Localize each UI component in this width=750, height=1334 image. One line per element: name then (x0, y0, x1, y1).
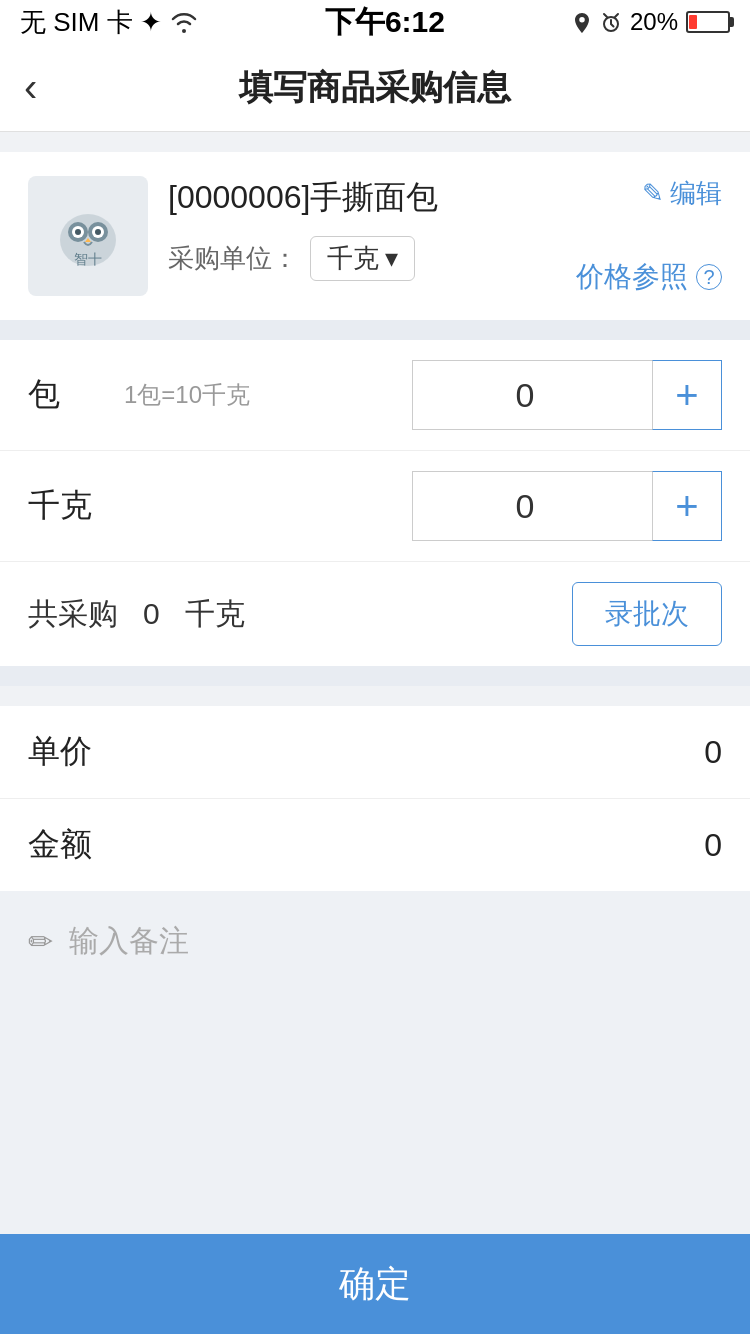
svg-point-7 (95, 229, 101, 235)
product-image: 智十 (28, 176, 148, 296)
unit-select[interactable]: 千克 ▾ (310, 236, 415, 281)
chevron-down-icon: ▾ (385, 243, 398, 274)
location-icon (572, 11, 592, 33)
batch-button[interactable]: 录批次 (572, 582, 722, 646)
status-right: 20% (572, 8, 730, 36)
kg-input-group: + (412, 471, 722, 541)
pencil-icon: ✏ (28, 924, 53, 959)
wifi-icon (170, 11, 198, 33)
alarm-icon (600, 11, 622, 33)
amount-label: 金额 (28, 823, 92, 867)
sim-status: 无 SIM 卡 ✦ (20, 5, 162, 40)
bao-row: 包 1包=10千克 + (0, 340, 750, 451)
amount-value: 0 (704, 827, 722, 864)
bao-sublabel: 1包=10千克 (124, 379, 250, 411)
kg-row: 千克 + (0, 451, 750, 561)
price-section: 单价 0 金额 0 (0, 706, 750, 891)
nav-bar: ‹ 填写商品采购信息 (0, 44, 750, 132)
status-bar: 无 SIM 卡 ✦ 下午6:12 20% (0, 0, 750, 44)
product-name: [0000006]手撕面包 (168, 176, 722, 220)
price-ref-button[interactable]: 价格参照 ? (576, 258, 722, 296)
content-spacer (0, 991, 750, 1234)
bao-label: 包 (28, 373, 108, 417)
kg-label: 千克 (28, 484, 108, 528)
product-logo: 智十 (48, 196, 128, 276)
product-card: 智十 [0000006]手撕面包 采购单位： 千克 ▾ ✎ 编辑 价格参照 ? (0, 152, 750, 320)
section-divider-2 (0, 666, 750, 686)
bao-input-group: + (412, 360, 722, 430)
question-icon: ? (696, 264, 722, 290)
svg-point-6 (75, 229, 81, 235)
battery-icon (686, 11, 730, 33)
page-title: 填写商品采购信息 (239, 65, 511, 111)
unit-price-label: 单价 (28, 730, 92, 774)
unit-value: 千克 (327, 241, 379, 276)
battery-percent: 20% (630, 8, 678, 36)
edit-button[interactable]: ✎ 编辑 (642, 176, 722, 211)
edit-icon: ✎ (642, 178, 664, 209)
edit-label: 编辑 (670, 176, 722, 211)
kg-qty-input[interactable] (412, 471, 652, 541)
unit-label: 采购单位： (168, 241, 298, 276)
back-button[interactable]: ‹ (24, 65, 37, 110)
status-time: 下午6:12 (325, 2, 445, 43)
status-left: 无 SIM 卡 ✦ (20, 5, 198, 40)
bao-plus-button[interactable]: + (652, 360, 722, 430)
kg-plus-button[interactable]: + (652, 471, 722, 541)
svg-text:智十: 智十 (74, 251, 102, 267)
unit-price-row: 单价 0 (0, 706, 750, 799)
section-divider-1 (0, 320, 750, 340)
input-section: 包 1包=10千克 + 千克 + (0, 340, 750, 561)
notes-section[interactable]: ✏ 输入备注 (0, 891, 750, 991)
total-label: 共采购 0 千克 (28, 594, 245, 635)
unit-price-value: 0 (704, 734, 722, 771)
confirm-label: 确定 (339, 1260, 411, 1309)
confirm-button[interactable]: 确定 (0, 1234, 750, 1334)
notes-placeholder: 输入备注 (69, 921, 189, 962)
total-row: 共采购 0 千克 录批次 (0, 561, 750, 666)
bao-qty-input[interactable] (412, 360, 652, 430)
price-ref-label: 价格参照 (576, 258, 688, 296)
amount-row: 金额 0 (0, 799, 750, 891)
